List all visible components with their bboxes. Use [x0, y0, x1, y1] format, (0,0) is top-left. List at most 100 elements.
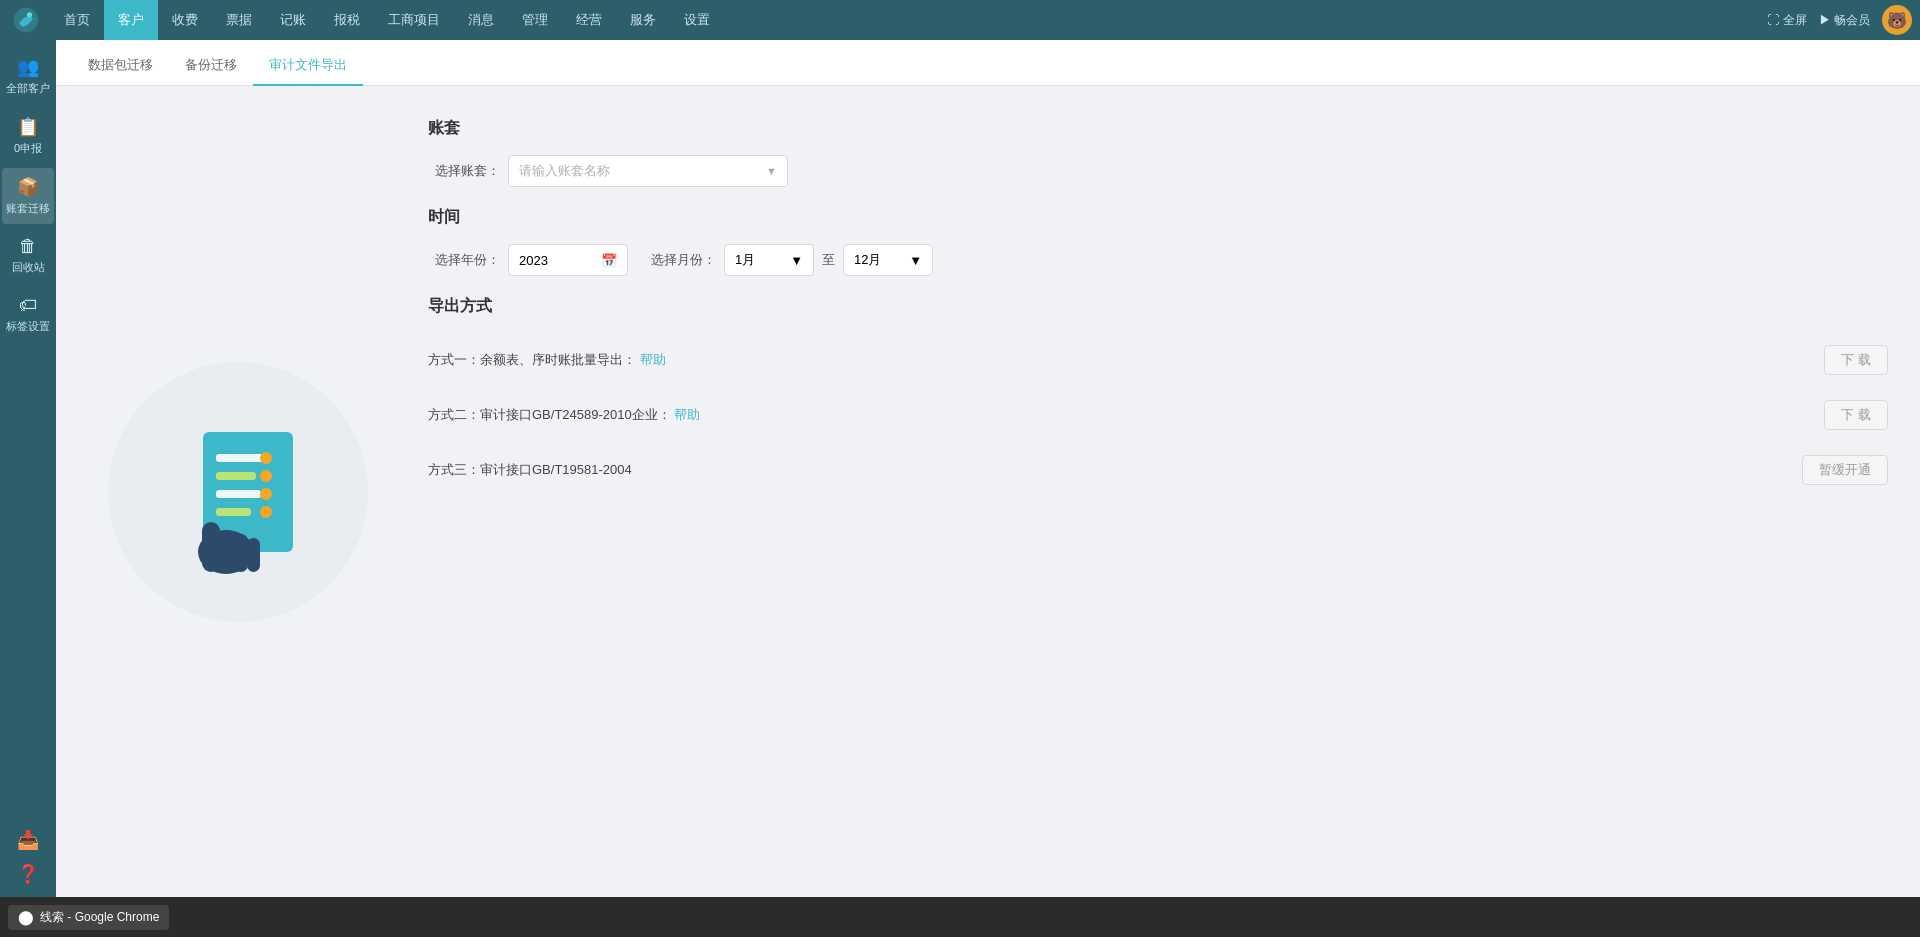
year-input[interactable]: 2023 📅 — [508, 244, 628, 276]
start-month-arrow-icon: ▼ — [790, 253, 803, 268]
content-area: 数据包迁移 备份迁移 审计文件导出 — [56, 40, 1920, 897]
tag-settings-icon: 🏷 — [19, 295, 37, 316]
start-month-value: 1月 — [735, 251, 755, 269]
account-select-row: 选择账套： 请输入账套名称 ▼ — [428, 155, 1888, 187]
svg-rect-5 — [216, 490, 261, 498]
svg-point-8 — [260, 470, 272, 482]
export-method-3-label: 方式三：审计接口GB/T19581-2004 — [428, 462, 632, 477]
export-method-3: 方式三：审计接口GB/T19581-2004 暂缓开通 — [428, 443, 1888, 497]
month-label: 选择月份： — [644, 251, 716, 269]
time-section-title: 时间 — [428, 207, 1888, 228]
download-icon[interactable]: 📥 — [17, 829, 39, 851]
svg-rect-13 — [220, 530, 235, 572]
sidebar-item-recycle[interactable]: 🗑 回收站 — [2, 228, 54, 283]
sidebar-item-all-customers[interactable]: 👥 全部客户 — [2, 48, 54, 104]
taskbar-chrome-item[interactable]: ⬤ 线索 - Google Chrome — [8, 905, 169, 930]
tab-backup-migration[interactable]: 备份迁移 — [169, 46, 253, 86]
end-month-value: 12月 — [854, 251, 881, 269]
start-month-select[interactable]: 1月 ▼ — [724, 244, 814, 276]
export-method-2-download-button[interactable]: 下 载 — [1824, 400, 1888, 430]
export-method-3-coming-soon-button[interactable]: 暂缓开通 — [1802, 455, 1888, 485]
year-label: 选择年份： — [428, 251, 500, 269]
account-select-placeholder: 请输入账套名称 — [519, 162, 610, 180]
account-section-title: 账套 — [428, 118, 1888, 139]
sidebar-label-zero-filing: 0申报 — [14, 141, 42, 156]
export-method-2: 方式二：审计接口GB/T24589-2010企业： 帮助 下 载 — [428, 388, 1888, 443]
end-month-select[interactable]: 12月 ▼ — [843, 244, 933, 276]
taskbar-chrome-label: 线索 - Google Chrome — [40, 909, 159, 926]
nav-tax[interactable]: 报税 — [320, 0, 374, 40]
nav-settings[interactable]: 设置 — [670, 0, 724, 40]
sidebar-item-account-migration[interactable]: 📦 账套迁移 — [2, 168, 54, 224]
all-customers-icon: 👥 — [17, 56, 39, 78]
recycle-icon: 🗑 — [19, 236, 37, 257]
logo — [8, 2, 44, 38]
nav-invoice[interactable]: 票据 — [212, 0, 266, 40]
export-method-1-label: 方式一：余额表、序时账批量导出： — [428, 352, 636, 367]
export-method-2-help-link[interactable]: 帮助 — [674, 407, 700, 422]
export-method-1: 方式一：余额表、序时账批量导出： 帮助 下 载 — [428, 333, 1888, 388]
export-section: 导出方式 方式一：余额表、序时账批量导出： 帮助 下 载 方式二：审计接口GB/… — [428, 296, 1888, 497]
sidebar-item-tag-settings[interactable]: 🏷 标签设置 — [2, 287, 54, 342]
account-select-arrow-icon: ▼ — [766, 165, 777, 177]
svg-rect-15 — [247, 538, 260, 572]
sidebar-bottom: 📥 ❓ — [17, 829, 39, 897]
illustration-svg — [148, 392, 328, 592]
nav-manage[interactable]: 管理 — [508, 0, 562, 40]
nav-accounting[interactable]: 记账 — [266, 0, 320, 40]
svg-point-1 — [27, 12, 32, 17]
nav-fee[interactable]: 收费 — [158, 0, 212, 40]
to-text: 至 — [822, 251, 835, 269]
nav-business[interactable]: 工商项目 — [374, 0, 454, 40]
sidebar: 👥 全部客户 📋 0申报 📦 账套迁移 🗑 回收站 🏷 标签设置 📥 ❓ — [0, 40, 56, 897]
svg-rect-3 — [216, 454, 266, 462]
export-method-1-text: 方式一：余额表、序时账批量导出： 帮助 — [428, 351, 666, 369]
sidebar-label-account-migration: 账套迁移 — [6, 201, 50, 216]
account-migration-icon: 📦 — [17, 176, 39, 198]
vip-btn[interactable]: ▶ 畅会员 — [1819, 12, 1870, 29]
top-nav: 首页 客户 收费 票据 记账 报税 工商项目 消息 管理 经营 服务 设置 ⛶ … — [0, 0, 1920, 40]
svg-rect-6 — [216, 508, 251, 516]
sidebar-label-tag-settings: 标签设置 — [6, 319, 50, 334]
zero-filing-icon: 📋 — [17, 116, 39, 138]
time-row: 选择年份： 2023 📅 选择月份： 1月 ▼ 至 12月 — [428, 244, 1888, 276]
account-select-label: 选择账套： — [428, 162, 500, 180]
nav-customer[interactable]: 客户 — [104, 0, 158, 40]
nav-operation[interactable]: 经营 — [562, 0, 616, 40]
illustration-circle — [108, 362, 368, 622]
calendar-icon: 📅 — [601, 253, 617, 268]
avatar[interactable]: 🐻 — [1882, 5, 1912, 35]
tab-data-migration[interactable]: 数据包迁移 — [72, 46, 169, 86]
fullscreen-btn[interactable]: ⛶ 全屏 — [1767, 12, 1806, 29]
taskbar: ⬤ 线索 - Google Chrome — [0, 897, 1920, 937]
help-icon[interactable]: ❓ — [17, 863, 39, 885]
export-method-2-text: 方式二：审计接口GB/T24589-2010企业： 帮助 — [428, 406, 700, 424]
svg-point-9 — [260, 488, 272, 500]
svg-point-7 — [260, 452, 272, 464]
account-select[interactable]: 请输入账套名称 ▼ — [508, 155, 788, 187]
year-value: 2023 — [519, 253, 548, 268]
nav-service[interactable]: 服务 — [616, 0, 670, 40]
export-method-2-label: 方式二：审计接口GB/T24589-2010企业： — [428, 407, 671, 422]
tab-audit-export[interactable]: 审计文件导出 — [253, 46, 363, 86]
main-layout: 👥 全部客户 📋 0申报 📦 账套迁移 🗑 回收站 🏷 标签设置 📥 ❓ 数据包… — [0, 40, 1920, 897]
nav-message[interactable]: 消息 — [454, 0, 508, 40]
export-method-1-help-link[interactable]: 帮助 — [640, 352, 666, 367]
tabs-bar: 数据包迁移 备份迁移 审计文件导出 — [56, 40, 1920, 86]
export-section-title: 导出方式 — [428, 296, 1888, 317]
end-month-arrow-icon: ▼ — [909, 253, 922, 268]
sidebar-item-zero-filing[interactable]: 📋 0申报 — [2, 108, 54, 164]
svg-rect-14 — [234, 534, 248, 572]
page-content: 账套 选择账套： 请输入账套名称 ▼ 时间 选择年份： 2023 — [56, 86, 1920, 897]
top-nav-right: ⛶ 全屏 ▶ 畅会员 🐻 — [1767, 5, 1912, 35]
export-method-3-text: 方式三：审计接口GB/T19581-2004 — [428, 461, 632, 479]
svg-rect-4 — [216, 472, 256, 480]
svg-rect-12 — [202, 522, 220, 572]
svg-point-10 — [260, 506, 272, 518]
export-method-1-download-button[interactable]: 下 载 — [1824, 345, 1888, 375]
form-area: 账套 选择账套： 请输入账套名称 ▼ 时间 选择年份： 2023 — [388, 118, 1888, 865]
nav-home[interactable]: 首页 — [50, 0, 104, 40]
sidebar-label-all-customers: 全部客户 — [6, 81, 50, 96]
nav-items: 首页 客户 收费 票据 记账 报税 工商项目 消息 管理 经营 服务 设置 — [50, 0, 1767, 40]
chrome-icon: ⬤ — [18, 909, 34, 925]
